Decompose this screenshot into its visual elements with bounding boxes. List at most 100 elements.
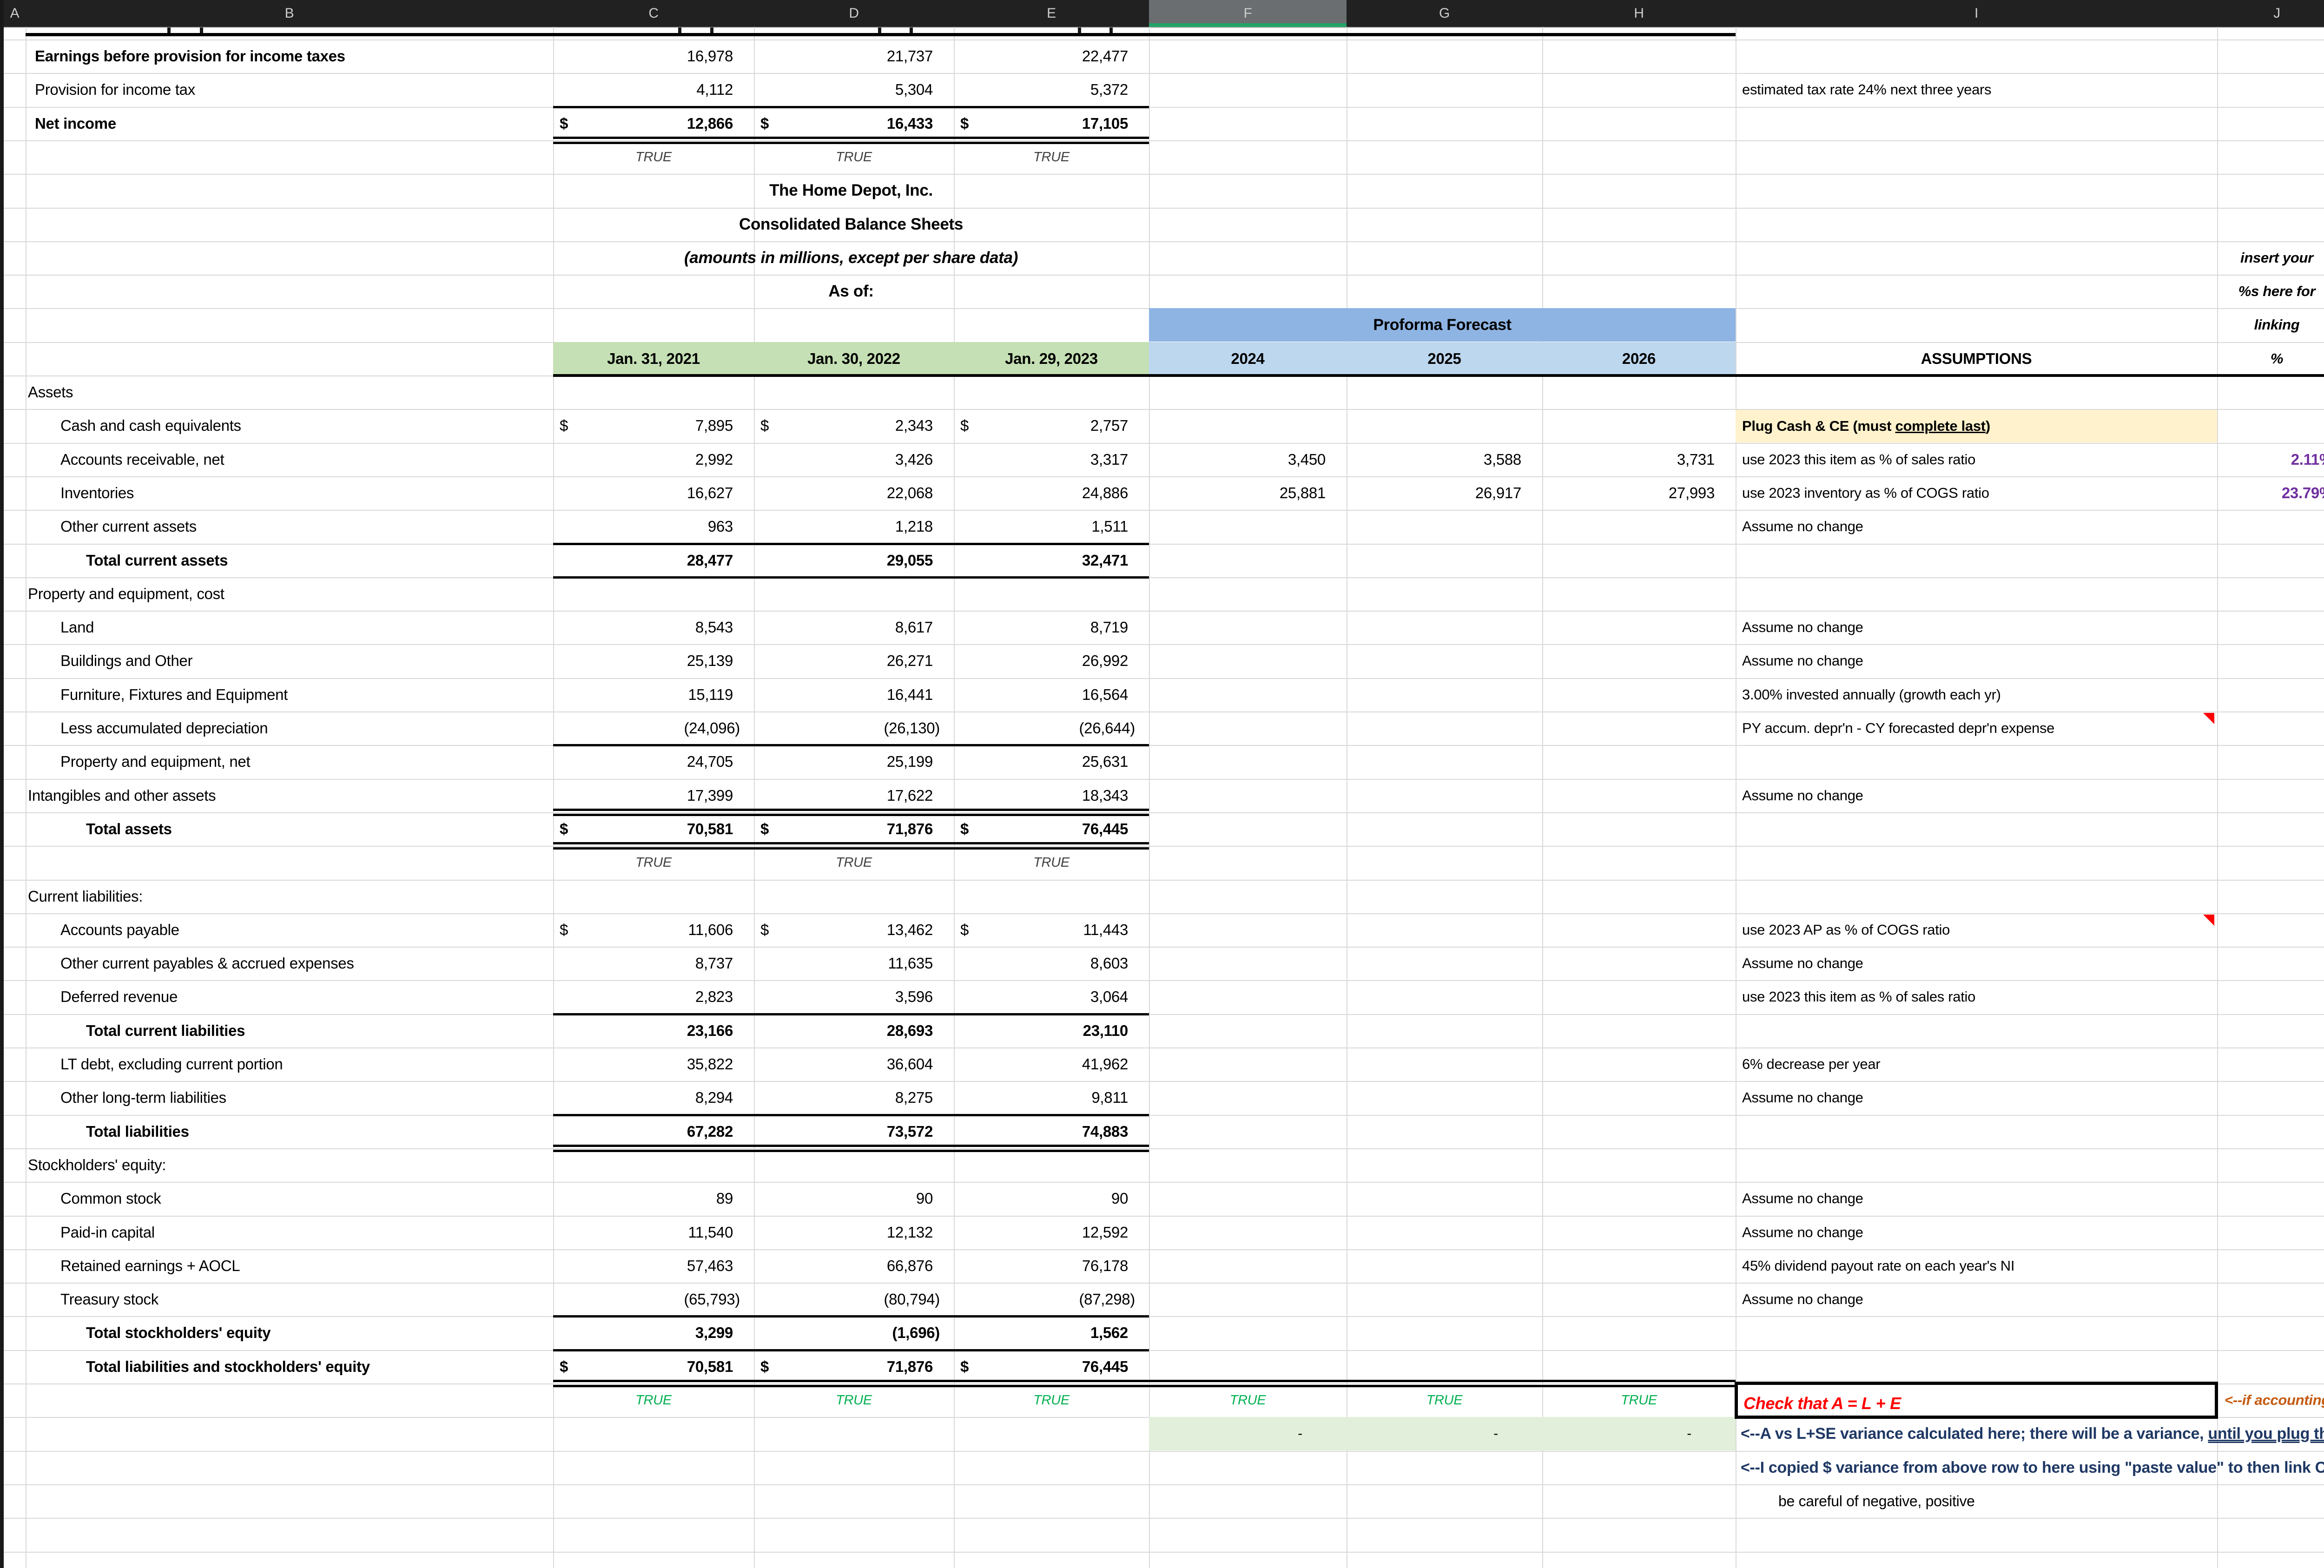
cell-D14[interactable]: 22,068	[754, 476, 954, 510]
column-header-C[interactable]: C	[553, 0, 754, 27]
cell-C37[interactable]: 57,463	[553, 1249, 754, 1283]
assumption-text[interactable]: Assume no change	[1742, 611, 2215, 644]
assumption-text[interactable]: 6% decrease per year	[1742, 1048, 2215, 1081]
cell-E32[interactable]: 9,811	[954, 1081, 1149, 1114]
row-label[interactable]: Buildings and Other	[60, 644, 550, 678]
assumption-text[interactable]: Assume no change	[1742, 510, 2215, 543]
margin-note[interactable]: <--I copied $ variance from above row to…	[1741, 1451, 2324, 1484]
cell-C12[interactable]: $7,895	[553, 409, 754, 442]
date-header-C[interactable]: Jan. 31, 2021	[553, 342, 754, 376]
cell-E14[interactable]: 24,886	[954, 476, 1149, 510]
row-label[interactable]: Net income	[35, 107, 550, 140]
cell-C18[interactable]: 8,543	[553, 611, 754, 644]
year-header-H[interactable]: 2026	[1542, 342, 1736, 376]
row-label[interactable]: Property and equipment, net	[60, 745, 550, 778]
variance-cell-F[interactable]: -	[1149, 1417, 1347, 1450]
check-flag-C4[interactable]: TRUE	[553, 140, 754, 174]
cell-H13[interactable]: 3,731	[1542, 443, 1736, 476]
cell-E37[interactable]: 76,178	[954, 1249, 1149, 1283]
assumption-text[interactable]: use 2023 AP as % of COGS ratio	[1742, 913, 2215, 947]
check-flag-E25[interactable]: TRUE	[954, 846, 1149, 879]
assumption-text[interactable]: use 2023 this item as % of sales ratio	[1742, 980, 2215, 1014]
cell-D23[interactable]: 17,622	[754, 779, 954, 812]
ratio-value[interactable]: 2.11%	[2217, 443, 2324, 476]
row-label[interactable]: Retained earnings + AOCL	[60, 1249, 550, 1283]
cell-C14[interactable]: 16,627	[553, 476, 754, 510]
column-header-D[interactable]: D	[754, 0, 954, 27]
comment-marker-icon[interactable]	[2203, 713, 2214, 724]
check-flag-C25[interactable]: TRUE	[553, 846, 754, 879]
cell-D21[interactable]: (26,130)	[754, 712, 954, 745]
cell-C23[interactable]: 17,399	[553, 779, 754, 812]
assumption-text[interactable]: use 2023 inventory as % of COGS ratio	[1742, 476, 2215, 510]
cell-D12[interactable]: $2,343	[754, 409, 954, 442]
row-label[interactable]: Paid-in capital	[60, 1216, 550, 1249]
cell-E3[interactable]: $17,105	[954, 107, 1149, 140]
cell-C1[interactable]: 16,978	[553, 40, 754, 73]
cell-E30[interactable]: 23,110	[954, 1014, 1149, 1048]
check-flag-E4[interactable]: TRUE	[954, 140, 1149, 174]
assumption-text[interactable]: estimated tax rate 24% next three years	[1742, 73, 2215, 106]
cell-G14[interactable]: 26,917	[1347, 476, 1542, 510]
cell-C30[interactable]: 23,166	[553, 1014, 754, 1048]
row-label[interactable]: Current liabilities:	[28, 880, 550, 913]
cell-C19[interactable]: 25,139	[553, 644, 754, 678]
cell-E15[interactable]: 1,511	[954, 510, 1149, 543]
cell-D31[interactable]: 36,604	[754, 1048, 954, 1081]
cell-E24[interactable]: $76,445	[954, 812, 1149, 846]
assumption-text[interactable]: Assume no change	[1742, 779, 2215, 812]
column-header-J[interactable]: J	[2217, 0, 2324, 27]
row-label[interactable]: Other current assets	[60, 510, 550, 543]
row-label[interactable]: Total current liabilities	[86, 1014, 550, 1048]
cell-C24[interactable]: $70,581	[553, 812, 754, 846]
check-flag-E41[interactable]: TRUE	[954, 1384, 1149, 1417]
cell-C31[interactable]: 35,822	[553, 1048, 754, 1081]
row-label[interactable]: Assets	[28, 376, 550, 409]
variance-cell-H[interactable]: -	[1542, 1417, 1736, 1450]
cell-C38[interactable]: (65,793)	[553, 1283, 754, 1316]
row-label[interactable]: Other current payables & accrued expense…	[60, 947, 550, 980]
cell-D16[interactable]: 29,055	[754, 544, 954, 577]
cell-C3[interactable]: $12,866	[553, 107, 754, 140]
cell-C28[interactable]: 8,737	[553, 947, 754, 980]
cell-D2[interactable]: 5,304	[754, 73, 954, 106]
cell-E28[interactable]: 8,603	[954, 947, 1149, 980]
cell-E19[interactable]: 26,992	[954, 644, 1149, 678]
cell-E2[interactable]: 5,372	[954, 73, 1149, 106]
row-label[interactable]: Total liabilities	[86, 1115, 550, 1148]
cell-C32[interactable]: 8,294	[553, 1081, 754, 1114]
cell-D1[interactable]: 21,737	[754, 40, 954, 73]
cell-D40[interactable]: $71,876	[754, 1350, 954, 1384]
cell-E1[interactable]: 22,477	[954, 40, 1149, 73]
cell-E31[interactable]: 41,962	[954, 1048, 1149, 1081]
row-label[interactable]: Stockholders' equity:	[28, 1148, 550, 1182]
row-label[interactable]: Other long-term liabilities	[60, 1081, 550, 1114]
cell-H14[interactable]: 27,993	[1542, 476, 1736, 510]
cell-D22[interactable]: 25,199	[754, 745, 954, 778]
cell-C20[interactable]: 15,119	[553, 678, 754, 712]
row-label[interactable]: Accounts payable	[60, 913, 550, 947]
row-label[interactable]: Total assets	[86, 812, 550, 846]
ratio-value[interactable]: 23.79%	[2217, 476, 2324, 510]
check-flag-D41[interactable]: TRUE	[754, 1384, 954, 1417]
cell-C36[interactable]: 11,540	[553, 1216, 754, 1249]
assumption-text[interactable]: Assume no change	[1742, 947, 2215, 980]
cell-E16[interactable]: 32,471	[954, 544, 1149, 577]
plug-cash-note[interactable]: Plug Cash & CE (must complete last)	[1736, 410, 2217, 442]
row-label[interactable]: Total stockholders' equity	[86, 1316, 550, 1350]
cell-E20[interactable]: 16,564	[954, 678, 1149, 712]
cell-E21[interactable]: (26,644)	[954, 712, 1149, 745]
margin-note[interactable]: <--A vs L+SE variance calculated here; t…	[1741, 1417, 2324, 1450]
assumption-text[interactable]: 45% dividend payout rate on each year's …	[1742, 1249, 2215, 1283]
row-label[interactable]: Common stock	[60, 1182, 550, 1215]
cell-D36[interactable]: 12,132	[754, 1216, 954, 1249]
check-flag-D4[interactable]: TRUE	[754, 140, 954, 174]
cell-D39[interactable]: (1,696)	[754, 1316, 954, 1350]
assumption-text[interactable]: Assume no change	[1742, 1081, 2215, 1114]
cell-E39[interactable]: 1,562	[954, 1316, 1149, 1350]
row-label[interactable]: Deferred revenue	[60, 980, 550, 1014]
cell-D13[interactable]: 3,426	[754, 443, 954, 476]
check-equation-box[interactable]: Check that A = L + E	[1735, 1382, 2218, 1419]
cell-C29[interactable]: 2,823	[553, 980, 754, 1014]
cell-F13[interactable]: 3,450	[1149, 443, 1347, 476]
